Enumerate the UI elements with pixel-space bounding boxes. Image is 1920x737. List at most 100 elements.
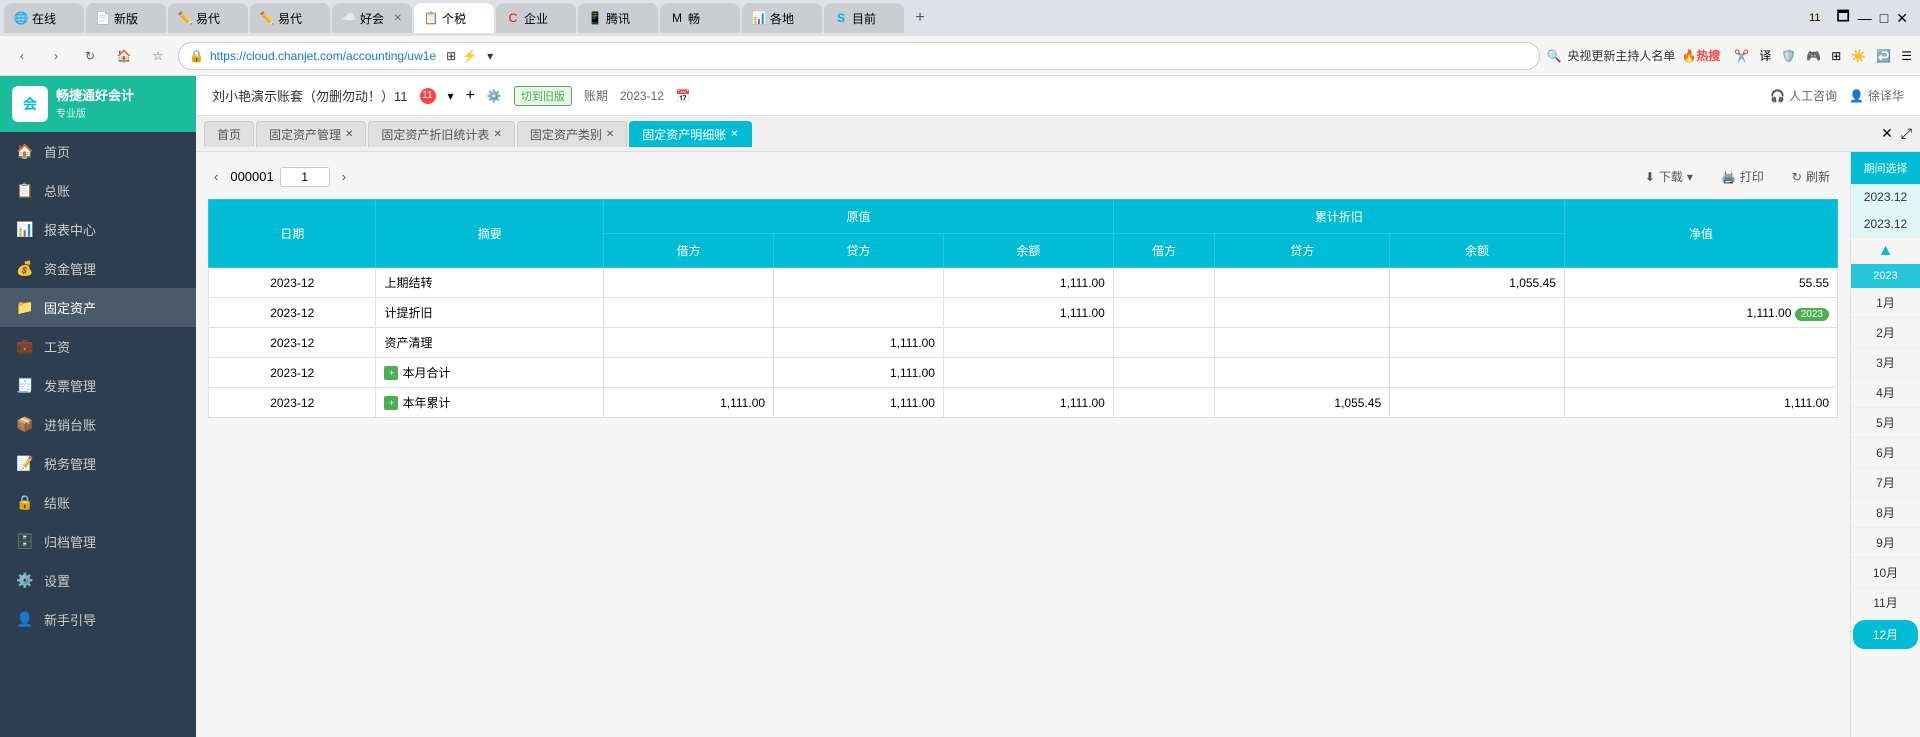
tab-asset-detail-close[interactable]: ✕: [730, 129, 738, 140]
expand-tab-icon[interactable]: ⤢: [1901, 125, 1912, 142]
reload-button[interactable]: ↻: [76, 42, 104, 70]
sidebar-item-purchase-sales[interactable]: 📦 进销台账: [0, 405, 196, 444]
period-month-10[interactable]: 10月: [1851, 558, 1920, 588]
period-month-5[interactable]: 5月: [1851, 408, 1920, 438]
tab-depreciation-stats[interactable]: 固定资产折旧统计表 ✕: [368, 121, 514, 147]
next-page-button[interactable]: ›: [336, 167, 352, 186]
period-scroll-up[interactable]: ▲: [1851, 238, 1920, 264]
add-account-button[interactable]: +: [466, 87, 475, 105]
tab-gedi[interactable]: 📊 各地: [742, 3, 822, 33]
period-month-11[interactable]: 11月: [1851, 588, 1920, 618]
sidebar-item-general-ledger[interactable]: 📋 总账: [0, 171, 196, 210]
close-window-icon[interactable]: ✕: [1896, 10, 1908, 27]
sidebar-item-invoice[interactable]: 🧾 发票管理: [0, 366, 196, 405]
dropdown-icon[interactable]: ▾: [487, 49, 493, 63]
period-month-1[interactable]: 1月: [1851, 288, 1920, 318]
dropdown-arrow[interactable]: ▾: [448, 89, 454, 103]
sidebar-item-archive[interactable]: 🗄️ 归档管理: [0, 522, 196, 561]
headset-icon: 🎧: [1770, 89, 1785, 103]
tab-geshui[interactable]: 📋 个税: [414, 3, 494, 33]
tab-simao[interactable]: S 目前: [824, 3, 904, 33]
calendar-icon[interactable]: 📅: [676, 89, 691, 103]
minimize-icon[interactable]: —: [1858, 10, 1872, 26]
bookmark-button[interactable]: ☆: [144, 42, 172, 70]
sidebar-label-general-ledger: 总账: [44, 181, 70, 200]
tab-label-yidai1: 易代: [196, 10, 220, 27]
print-button[interactable]: 🖨️ 打印: [1713, 164, 1772, 189]
address-bar[interactable]: 🔒 https://cloud.chanjet.com/accounting/u…: [178, 42, 1540, 70]
sidebar-item-reports[interactable]: 📊 报表中心: [0, 210, 196, 249]
grid-icon[interactable]: ⊞: [1831, 49, 1841, 63]
period-month-6[interactable]: 6月: [1851, 438, 1920, 468]
tab-home[interactable]: 首页: [204, 121, 254, 147]
sidebar-item-funds[interactable]: 💰 资金管理: [0, 249, 196, 288]
page-number-input[interactable]: [280, 167, 330, 187]
refresh-button[interactable]: ↻ 刷新: [1784, 164, 1838, 189]
close-tab-icon[interactable]: ✕: [1881, 125, 1893, 142]
notification-badge[interactable]: 11: [1801, 10, 1828, 26]
scissors-icon[interactable]: ✂️: [1734, 49, 1749, 63]
sidebar-item-tax[interactable]: 📝 税务管理: [0, 444, 196, 483]
period-month-3[interactable]: 3月: [1851, 348, 1920, 378]
tab-tengxun[interactable]: 📱 腾讯: [578, 3, 658, 33]
forward-button[interactable]: ›: [42, 42, 70, 70]
period-month-2[interactable]: 2月: [1851, 318, 1920, 348]
company-name[interactable]: 刘小艳演示账套（勿删勿动！）11: [212, 86, 408, 105]
tab-haohao[interactable]: ☁️ 好会 ✕: [332, 3, 412, 33]
sidebar-item-salary[interactable]: 💼 工资: [0, 327, 196, 366]
restore-icon[interactable]: 🗖: [1836, 6, 1849, 30]
sidebar-item-home[interactable]: 🏠 首页: [0, 132, 196, 171]
period-month-8[interactable]: 8月: [1851, 498, 1920, 528]
maximize-icon[interactable]: □: [1880, 10, 1888, 26]
period-month-9[interactable]: 9月: [1851, 528, 1920, 558]
new-tab-button[interactable]: +: [906, 4, 934, 32]
period-selected-top[interactable]: 2023.12: [1851, 184, 1920, 211]
sidebar-item-settings[interactable]: ⚙️ 设置: [0, 561, 196, 600]
period-month-12[interactable]: 12月: [1853, 620, 1918, 650]
tab-qiye[interactable]: C 企业: [496, 3, 576, 33]
page-tab-actions: ✕ ⤢: [1881, 125, 1912, 142]
salary-icon: 💼: [16, 338, 34, 356]
tab-zaixian[interactable]: 🌐 在线: [4, 3, 84, 33]
tab-depreciation-stats-close[interactable]: ✕: [493, 129, 501, 140]
tab-fixed-asset-mgmt[interactable]: 固定资产管理 ✕: [256, 121, 366, 147]
sun-icon[interactable]: ☀️: [1851, 49, 1866, 63]
tab-chang[interactable]: M 畅: [660, 3, 740, 33]
menu-icon[interactable]: ☰: [1901, 49, 1912, 63]
tab-asset-detail[interactable]: 固定资产明细账 ✕: [629, 121, 751, 147]
customer-service-button[interactable]: 🎧 人工咨询: [1770, 87, 1837, 104]
download-dropdown-icon[interactable]: ▾: [1687, 170, 1693, 184]
period-month-4[interactable]: 4月: [1851, 378, 1920, 408]
game-icon[interactable]: 🎮: [1806, 49, 1821, 63]
user-name: 徐译华: [1868, 87, 1904, 104]
sidebar-item-fixed-assets[interactable]: 📁 固定资产: [0, 288, 196, 327]
row1-net-value: 55.55: [1564, 268, 1837, 298]
sidebar-item-guide[interactable]: 👤 新手引导: [0, 600, 196, 639]
settings-gear-icon[interactable]: ⚙️: [487, 89, 502, 103]
back-button[interactable]: ‹: [8, 42, 36, 70]
tab-asset-category[interactable]: 固定资产类别 ✕: [517, 121, 627, 147]
tax-icon: 📝: [16, 455, 34, 473]
translate-icon[interactable]: 译: [1759, 47, 1771, 64]
tab-xin[interactable]: 📄 新版: [86, 3, 166, 33]
sidebar-item-closing[interactable]: 🔒 结账: [0, 483, 196, 522]
tab-yidai1[interactable]: ✏️ 易代: [168, 3, 248, 33]
row4-accum-credit: [1215, 358, 1390, 388]
download-button[interactable]: ⬇ 下载 ▾: [1637, 164, 1701, 189]
prev-page-button[interactable]: ‹: [208, 167, 224, 186]
tab-label-geshui: 个税: [442, 10, 466, 27]
period-selected-bottom[interactable]: 2023.12: [1851, 211, 1920, 238]
user-avatar[interactable]: 👤 徐译华: [1849, 87, 1904, 104]
shield-icon[interactable]: 🛡️: [1781, 49, 1796, 63]
tab-asset-category-close[interactable]: ✕: [606, 129, 614, 140]
row1-orig-balance: 1,111.00: [943, 268, 1113, 298]
tab-yidai2[interactable]: ✏️ 易代: [250, 3, 330, 33]
history-icon[interactable]: ↩️: [1876, 49, 1891, 63]
switch-version-button[interactable]: 切到旧版: [514, 86, 572, 106]
tab-icon-yidai2: ✏️: [260, 11, 274, 25]
tab-fixed-asset-mgmt-close[interactable]: ✕: [345, 129, 353, 140]
tab-close-haohao[interactable]: ✕: [394, 13, 402, 24]
home-button[interactable]: 🏠: [110, 42, 138, 70]
table-row: 2023-12 + 本月合计 1,111.00: [209, 358, 1838, 388]
period-month-7[interactable]: 7月: [1851, 468, 1920, 498]
